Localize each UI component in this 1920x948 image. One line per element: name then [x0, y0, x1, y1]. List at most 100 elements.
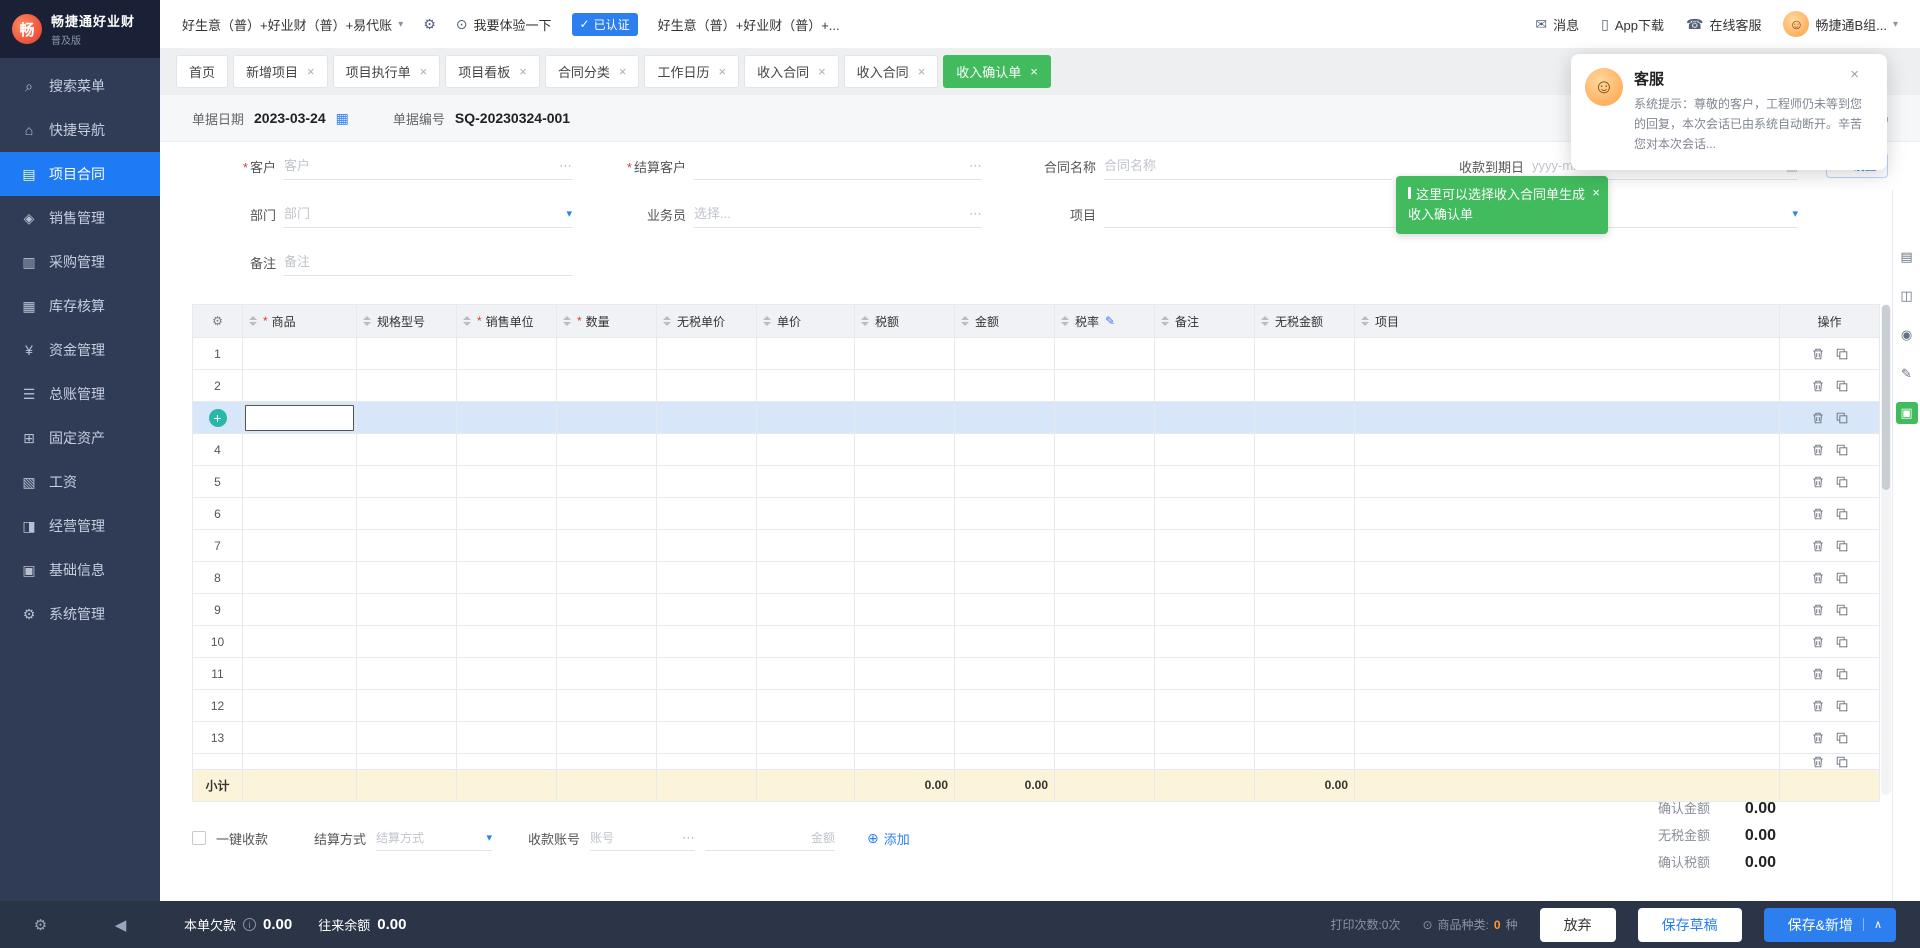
- cell[interactable]: [242, 721, 357, 754]
- cell[interactable]: [1254, 369, 1355, 402]
- cell[interactable]: [854, 721, 955, 754]
- cell[interactable]: [954, 433, 1055, 466]
- cell[interactable]: [1154, 721, 1255, 754]
- close-tab-icon[interactable]: ×: [420, 64, 428, 79]
- cell[interactable]: [656, 497, 757, 530]
- delete-row-icon[interactable]: [1811, 443, 1825, 457]
- cell[interactable]: [1054, 625, 1155, 658]
- delete-row-icon[interactable]: [1811, 411, 1825, 425]
- cell[interactable]: [954, 337, 1055, 370]
- cell[interactable]: [656, 561, 757, 594]
- sidebar-item-sales[interactable]: ◈ 销售管理: [0, 196, 160, 240]
- cell[interactable]: [854, 689, 955, 722]
- cell[interactable]: [242, 657, 357, 690]
- cell[interactable]: [556, 369, 657, 402]
- column-header[interactable]: * 商品: [242, 304, 357, 338]
- cell[interactable]: [854, 561, 955, 594]
- calendar-icon[interactable]: ▦: [336, 110, 349, 127]
- copy-row-icon[interactable]: [1835, 635, 1849, 649]
- cell[interactable]: [1254, 433, 1355, 466]
- cell[interactable]: [1154, 401, 1255, 434]
- cell[interactable]: [954, 369, 1055, 402]
- cell[interactable]: [556, 721, 657, 754]
- cell[interactable]: [1154, 561, 1255, 594]
- cell[interactable]: [1154, 433, 1255, 466]
- info-icon[interactable]: [243, 918, 257, 931]
- cell[interactable]: [656, 433, 757, 466]
- cell[interactable]: [1154, 689, 1255, 722]
- sort-icon[interactable]: [463, 316, 471, 326]
- cell[interactable]: [242, 689, 357, 722]
- sidebar-collapse-icon[interactable]: ◀: [115, 916, 127, 934]
- tab-收入合同[interactable]: 收入合同 ×: [744, 55, 839, 88]
- table-row-11[interactable]: 11: [192, 657, 1880, 690]
- copy-row-icon[interactable]: [1835, 475, 1849, 489]
- amount-input[interactable]: [705, 830, 836, 845]
- cell[interactable]: [1154, 529, 1255, 562]
- delete-row-icon[interactable]: [1811, 475, 1825, 489]
- sort-icon[interactable]: [1361, 316, 1369, 326]
- cell[interactable]: [1054, 529, 1155, 562]
- cell[interactable]: [242, 433, 357, 466]
- cell[interactable]: [356, 689, 457, 722]
- cell[interactable]: [1054, 561, 1155, 594]
- cell[interactable]: [1254, 561, 1355, 594]
- chevron-up-icon[interactable]: ∧: [1862, 918, 1882, 931]
- column-header[interactable]: 税率 ✎: [1054, 304, 1155, 338]
- image-icon[interactable]: ▣: [1895, 402, 1918, 424]
- cell[interactable]: [756, 465, 855, 498]
- sidebar-item-ledger[interactable]: ☰ 总账管理: [0, 372, 160, 416]
- table-row-7[interactable]: 7: [192, 529, 1880, 562]
- cell[interactable]: [1154, 465, 1255, 498]
- one-click-checkbox[interactable]: [192, 831, 206, 845]
- cell[interactable]: [356, 401, 457, 434]
- copy-row-icon[interactable]: [1835, 379, 1849, 393]
- cell[interactable]: [242, 529, 357, 562]
- cell[interactable]: [756, 657, 855, 690]
- cell[interactable]: [1254, 657, 1355, 690]
- scrollbar-thumb[interactable]: [1882, 305, 1890, 490]
- cell[interactable]: [656, 625, 757, 658]
- account-menu[interactable]: ☺ 畅捷通B组... ▾: [1783, 11, 1898, 37]
- tab-合同分类[interactable]: 合同分类 ×: [544, 55, 640, 88]
- add-payment-button[interactable]: ⊕ 添加: [867, 829, 910, 848]
- cell[interactable]: [456, 593, 557, 626]
- copy-row-icon[interactable]: [1835, 507, 1849, 521]
- delete-row-icon[interactable]: [1811, 347, 1825, 361]
- cell[interactable]: [1054, 369, 1155, 402]
- tab-项目看板[interactable]: 项目看板 ×: [445, 55, 540, 88]
- cell[interactable]: [656, 465, 757, 498]
- copy-row-icon[interactable]: [1835, 667, 1849, 681]
- delete-row-icon[interactable]: [1811, 539, 1825, 553]
- close-tab-icon[interactable]: ×: [1030, 64, 1038, 79]
- cell[interactable]: [242, 561, 357, 594]
- cell[interactable]: [954, 497, 1055, 530]
- verified-badge[interactable]: ✓ 已认证: [571, 12, 638, 36]
- sort-icon[interactable]: [1061, 316, 1069, 326]
- sidebar-item-quick-nav[interactable]: ⌂ 快捷导航: [0, 108, 160, 152]
- cell[interactable]: [456, 721, 557, 754]
- history-icon[interactable]: ◉: [1896, 324, 1918, 346]
- delete-row-icon[interactable]: [1811, 731, 1825, 745]
- cell[interactable]: [1054, 657, 1155, 690]
- copy-row-icon[interactable]: [1835, 443, 1849, 457]
- table-row-12[interactable]: 12: [192, 689, 1880, 722]
- product-input[interactable]: [245, 404, 354, 431]
- cell[interactable]: [854, 529, 955, 562]
- cell[interactable]: [854, 497, 955, 530]
- close-tab-icon[interactable]: ×: [519, 64, 527, 79]
- topbar-gear-icon[interactable]: ⚙: [423, 16, 436, 33]
- cell[interactable]: [1154, 337, 1255, 370]
- sort-icon[interactable]: [249, 316, 257, 326]
- cell[interactable]: [1254, 337, 1355, 370]
- table-row-6[interactable]: 6: [192, 497, 1880, 530]
- close-tab-icon[interactable]: ×: [918, 64, 926, 79]
- cell[interactable]: [456, 657, 557, 690]
- cell[interactable]: [756, 721, 855, 754]
- table-settings-gear-icon[interactable]: ⚙: [192, 304, 243, 338]
- sort-icon[interactable]: [563, 316, 571, 326]
- cell[interactable]: [356, 657, 457, 690]
- table-row-2[interactable]: 2: [192, 369, 1880, 402]
- cell[interactable]: [1354, 337, 1780, 370]
- experience-link[interactable]: ⊙ 我要体验一下: [456, 15, 552, 34]
